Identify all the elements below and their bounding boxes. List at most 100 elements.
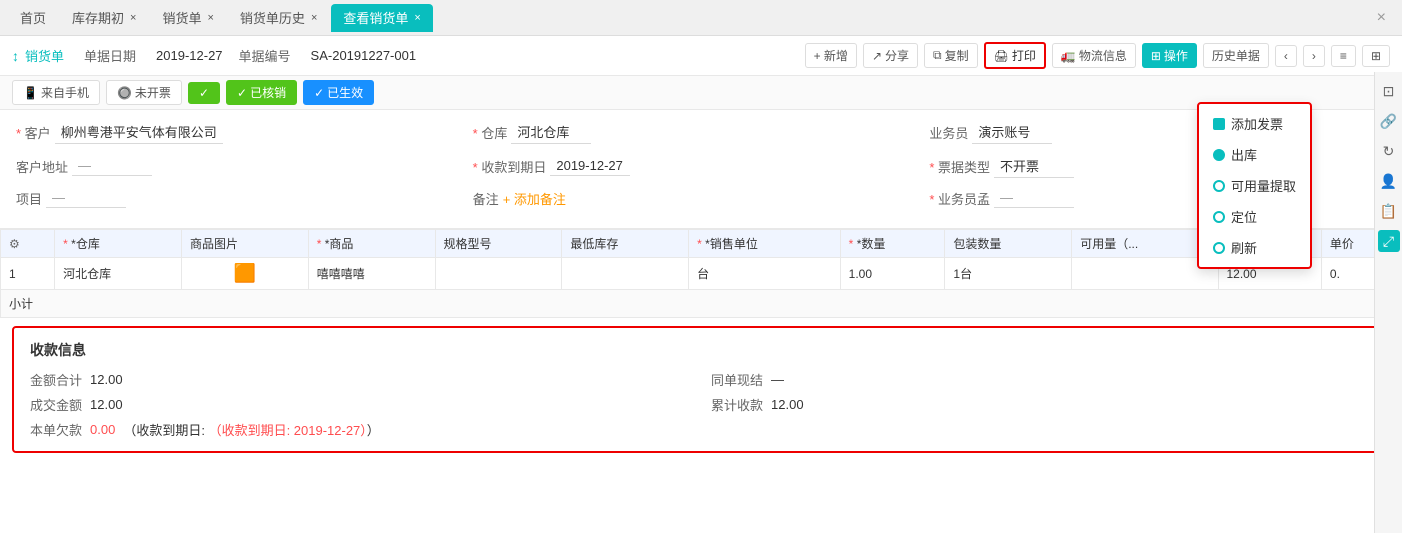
payment-transaction: 成交金额 12.00: [30, 395, 691, 414]
date-value: 2019-12-27: [156, 48, 223, 63]
col-gear[interactable]: ⚙: [1, 230, 55, 258]
outbound-label: 出库: [1231, 145, 1257, 164]
product-image-icon: 🟧: [234, 263, 256, 283]
tab-view-sales[interactable]: 查看销货单 ×: [331, 4, 432, 32]
row-warehouse: 河北仓库: [55, 258, 182, 290]
tab-sales-order-close[interactable]: ×: [207, 12, 213, 24]
warehouse-label: 仓库: [473, 123, 508, 142]
form-row-3: 项目 — 备注 + 添加备注 业务员孟 —: [16, 188, 1386, 208]
number-label: 单据编号: [239, 46, 291, 65]
dropdown-locate[interactable]: 定位: [1199, 201, 1310, 232]
payment-same-order: 同单现结 —: [711, 370, 1372, 389]
tab-inventory-init-label: 库存期初: [72, 8, 124, 27]
print-button[interactable]: 🖨 打印: [984, 42, 1046, 69]
ticket-type-value: 不开票: [994, 154, 1074, 178]
sidebar-icon-2[interactable]: 🔗: [1378, 110, 1400, 132]
operation-button[interactable]: ⊞ 操作: [1142, 43, 1197, 68]
products-table: ⚙ *仓库 商品图片 *商品 规格型号 最低库存 *销售单位 *数量 包装数量 …: [0, 229, 1402, 318]
payment-cumulative: 累计收款 12.00: [711, 395, 1372, 414]
tab-home[interactable]: 首页: [8, 4, 58, 32]
col-image: 商品图片: [181, 230, 308, 258]
tab-inventory-init[interactable]: 库存期初 ×: [60, 4, 148, 32]
address-label: 客户地址: [16, 157, 68, 176]
arrears-note: （收款到期日: （收款到期日: 2019-12-27））: [123, 420, 379, 439]
sidebar-icon-1[interactable]: ⊡: [1378, 80, 1400, 102]
row-unit: 台: [689, 258, 841, 290]
dropdown-menu: 添加发票 出库 可用量提取 定位 刷新: [1197, 102, 1312, 269]
available-extract-icon: [1213, 180, 1225, 192]
close-window-button[interactable]: ×: [1369, 5, 1394, 31]
col-min-stock: 最低库存: [562, 230, 689, 258]
warehouse-value: 河北仓库: [511, 120, 591, 144]
sales-order-icon: ↕: [12, 48, 19, 64]
project-label: 项目: [16, 189, 42, 208]
staff-label: 业务员: [929, 123, 968, 142]
tab-inventory-init-close[interactable]: ×: [130, 12, 136, 24]
same-order-value: —: [771, 372, 784, 387]
tab-view-sales-label: 查看销货单: [343, 8, 408, 27]
due-date-label: 收款到期日: [473, 157, 547, 176]
ticket-icon: 🔘: [117, 86, 132, 100]
dropdown-available-extract[interactable]: 可用量提取: [1199, 170, 1310, 201]
due-date-field: 收款到期日 2019-12-27: [473, 156, 930, 176]
doc-title: ↕ 销货单: [12, 46, 64, 65]
tab-sales-history-close[interactable]: ×: [311, 12, 317, 24]
already-checked-button[interactable]: ✓ 已核销: [226, 80, 297, 105]
copy-button[interactable]: ⧉ 复制: [924, 43, 978, 68]
payment-grid: 金额合计 12.00 同单现结 — 成交金额 12.00 累计收款 12.00 …: [30, 370, 1372, 439]
staff2-label: 业务员孟: [929, 189, 990, 208]
view2-button[interactable]: ⊞: [1362, 45, 1390, 67]
staff2-field: 业务员孟 —: [929, 188, 1386, 208]
amount-total-label: 金额合计: [30, 370, 82, 389]
tab-bar: 首页 库存期初 × 销货单 × 销货单历史 × 查看销货单 × ×: [0, 0, 1402, 36]
tab-sales-history[interactable]: 销货单历史 ×: [228, 4, 329, 32]
dropdown-outbound[interactable]: 出库: [1199, 139, 1310, 170]
number-value: SA-20191227-001: [311, 48, 417, 63]
col-warehouse: *仓库: [55, 230, 182, 258]
staff-field: 业务员 演示账号: [929, 120, 1386, 144]
from-phone-button[interactable]: 📱 来自手机: [12, 80, 100, 105]
sidebar-icon-5[interactable]: 📋: [1378, 200, 1400, 222]
locate-icon: [1213, 211, 1225, 223]
customer-label: 客户: [16, 123, 51, 142]
already-effect-button[interactable]: ✓ 已生效: [303, 80, 374, 105]
next-button[interactable]: ›: [1303, 45, 1325, 67]
check-button[interactable]: ✓: [188, 82, 220, 104]
add-invoice-icon: [1213, 118, 1225, 130]
ticket-type-field: 票据类型 不开票: [929, 154, 1386, 178]
tab-sales-order[interactable]: 销货单 ×: [150, 4, 225, 32]
check-icon: ✓: [199, 86, 209, 100]
tab-view-sales-close[interactable]: ×: [414, 12, 420, 24]
table-row: 1 河北仓库 🟧 嘻嘻嘻嘻 台 1.00 1台 12.00 0.: [1, 258, 1402, 290]
customer-field: 客户 柳州粤港平安气体有限公司: [16, 120, 473, 144]
add-note-button[interactable]: + 添加备注: [503, 189, 566, 208]
staff-value: 演示账号: [972, 120, 1052, 144]
new-button[interactable]: + 新增: [805, 43, 857, 68]
note-label: 备注: [473, 189, 499, 208]
not-open-button[interactable]: 🔘 未开票: [106, 80, 182, 105]
address-value: —: [72, 156, 152, 176]
form-row-1: 客户 柳州粤港平安气体有限公司 仓库 河北仓库 业务员 演示账号: [16, 120, 1386, 144]
view1-button[interactable]: ≡: [1331, 45, 1356, 67]
logistics-button[interactable]: 🚛 物流信息: [1052, 43, 1136, 68]
cumulative-value: 12.00: [771, 397, 804, 412]
row-spec: [435, 258, 562, 290]
arrears-label: 本单欠款: [30, 420, 82, 439]
add-invoice-label: 添加发票: [1231, 114, 1283, 133]
row-pack-qty: 1台: [945, 258, 1072, 290]
doc-actions: + 新增 ↗ 分享 ⧉ 复制 🖨 打印 🚛 物流信息 ⊞ 操作 历: [805, 42, 1390, 69]
date-label: 单据日期: [84, 46, 136, 65]
doc-meta: 单据日期 2019-12-27 单据编号 SA-20191227-001: [84, 46, 805, 65]
share-button[interactable]: ↗ 分享: [863, 43, 918, 68]
sidebar-icon-expand[interactable]: ⤢: [1378, 230, 1400, 252]
staff2-value: —: [994, 188, 1074, 208]
sidebar-icon-4[interactable]: 👤: [1378, 170, 1400, 192]
col-pack-qty: 包装数量: [945, 230, 1072, 258]
prev-button[interactable]: ‹: [1275, 45, 1297, 67]
col-unit: *销售单位: [689, 230, 841, 258]
transaction-label: 成交金额: [30, 395, 82, 414]
dropdown-add-invoice[interactable]: 添加发票: [1199, 108, 1310, 139]
sidebar-icon-3[interactable]: ↻: [1378, 140, 1400, 162]
history-button[interactable]: 历史单据: [1203, 43, 1269, 68]
dropdown-refresh[interactable]: 刷新: [1199, 232, 1310, 263]
